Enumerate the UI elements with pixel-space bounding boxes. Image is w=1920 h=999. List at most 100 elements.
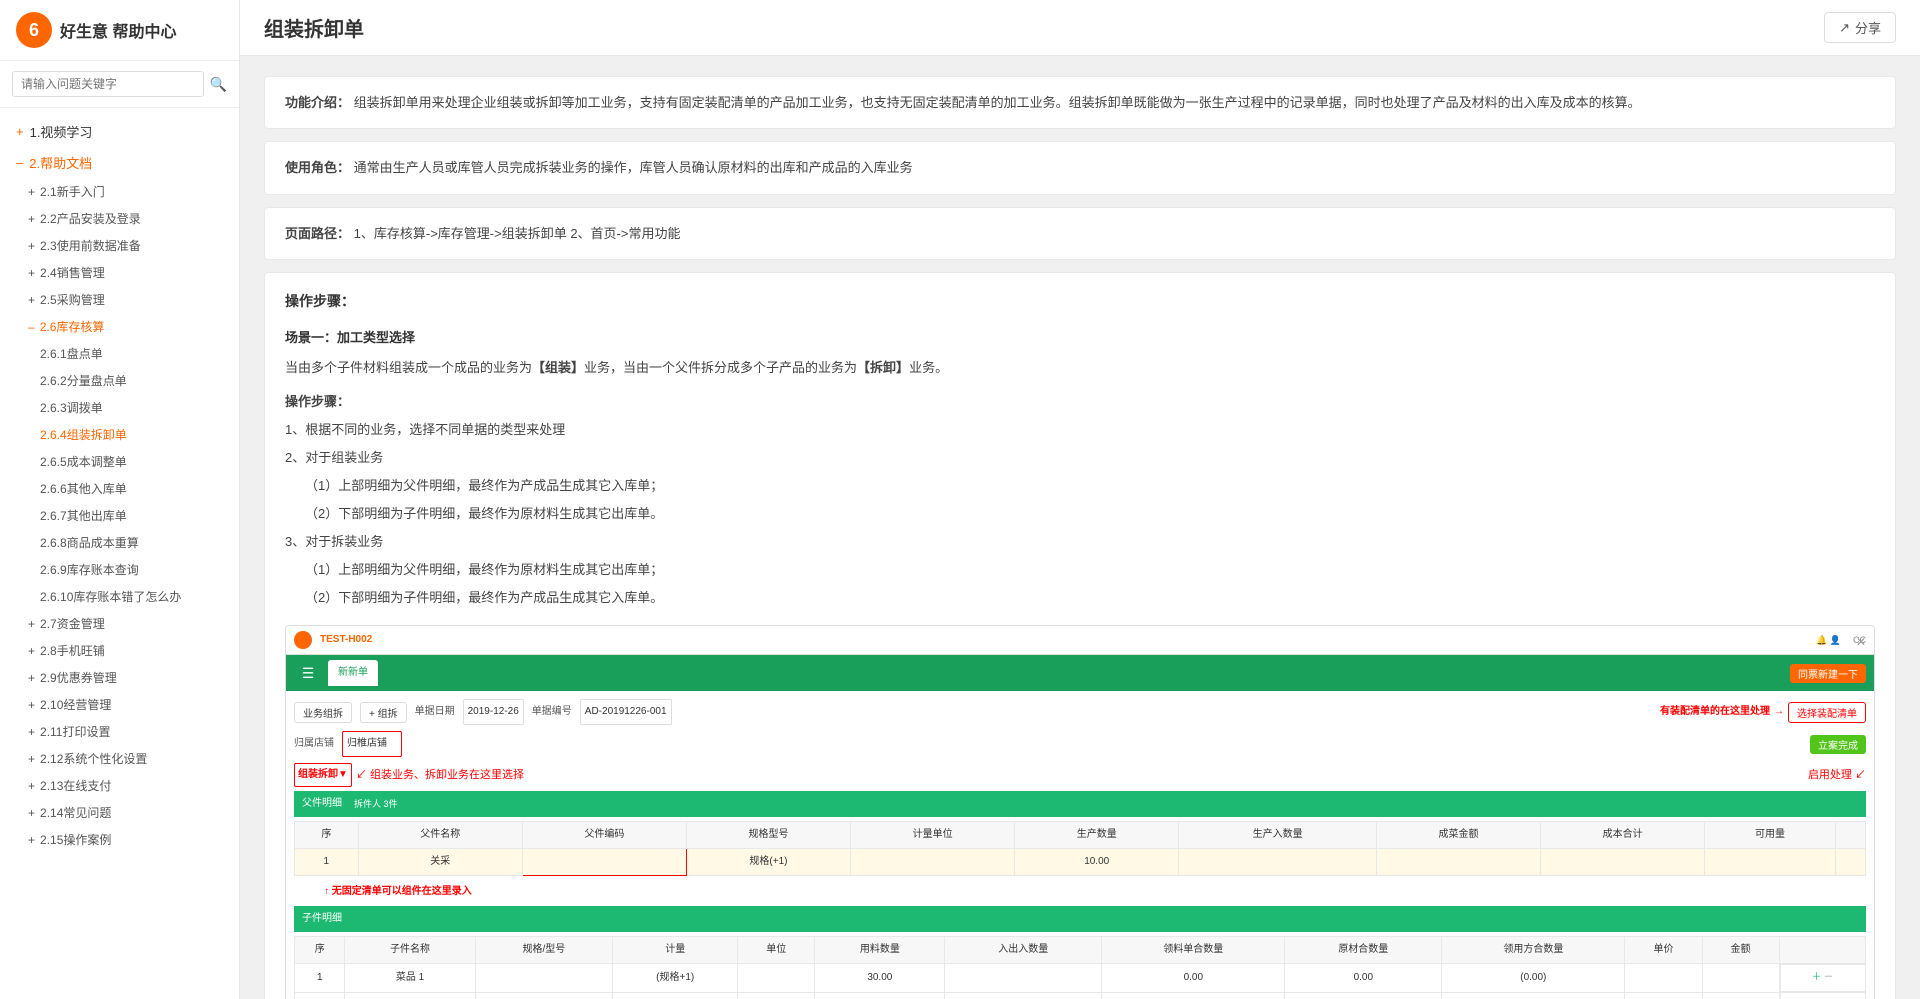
expand-icon: + — [28, 752, 35, 766]
sim-row-del-icon: － — [1824, 968, 1834, 988]
sim-parent-table-head: 序 父件名称 父件编码 规格型号 计量单位 生产数量 生产入数量 成菜金额 成本… — [295, 822, 1866, 849]
step2: 2、对于组装业务 — [285, 445, 1875, 471]
search-input[interactable] — [12, 71, 204, 97]
sidebar-item-print[interactable]: +2.11打印设置 — [0, 718, 239, 745]
step1: 1、根据不同的业务，选择不同单据的类型来处理 — [285, 417, 1875, 443]
sim-annotation4-text: ↑ 无固定清单可以组件在这里录入 — [324, 886, 472, 897]
sidebar-item-ledger-fix[interactable]: 2.6.10库存账本错了怎么办 — [0, 583, 239, 610]
sidebar-item-online-pay[interactable]: +2.13在线支付 — [0, 772, 239, 799]
sim-type-btn2: + 组拆 — [360, 702, 407, 723]
path-card: 页面路径： 1、库存核算->库存管理->组装拆卸单 2、首页->常用功能 — [264, 207, 1896, 260]
sim-col-spec: 规格型号 — [686, 822, 850, 849]
sim-date-label: 单据日期 — [415, 702, 455, 722]
sidebar-item-partial-stocktake[interactable]: 2.6.2分量盘点单 — [0, 367, 239, 394]
sidebar-item-data-prep[interactable]: +2.3使用前数据准备 — [0, 232, 239, 259]
sidebar-section-label: 2.帮助文档 — [29, 153, 92, 172]
sidebar-item-cost-adjust[interactable]: 2.6.5成本调整单 — [0, 448, 239, 475]
nav-tree: + 1.视频学习 – 2.帮助文档 +2.1新手入门 +2.2产品安装及登录 +… — [0, 108, 239, 999]
sim-close-icon: ✕ — [1856, 630, 1866, 654]
steps-card: 操作步骤： 场景一：加工类型选择 当由多个子件材料组装成一个成品的业务为【组装】… — [264, 272, 1896, 999]
expand-icon: + — [28, 833, 35, 847]
expand-icon: + — [28, 725, 35, 739]
sidebar-item-mobile[interactable]: +2.8手机旺铺 — [0, 637, 239, 664]
topbar: 组装拆卸单 ↗ 分享 — [240, 0, 1920, 56]
sidebar-item-customization[interactable]: +2.12系统个性化设置 — [0, 745, 239, 772]
sim-col-produce-qty: 生产数量 — [1015, 822, 1179, 849]
sim-nav-icons: 🔔 👤 — [1816, 631, 1841, 649]
sidebar-item-video-learning[interactable]: + 1.视频学习 — [0, 116, 239, 147]
sidebar-item-newcomer[interactable]: +2.1新手入门 — [0, 178, 239, 205]
sim-select-assembly-btn: 选择装配清单 — [1788, 702, 1866, 723]
sim-order-field: AD-20191226-001 — [580, 699, 672, 725]
step3-1: （1）上部明细为父件明细，最终作为原材料生成其它出库单； — [285, 557, 1875, 583]
sidebar-item-purchase[interactable]: +2.5采购管理 — [0, 286, 239, 313]
expand-icon: + — [28, 617, 35, 631]
sim-active-tab: 新新单 — [328, 660, 378, 686]
sim-parent-table: 序 父件名称 父件编码 规格型号 计量单位 生产数量 生产入数量 成菜金额 成本… — [294, 821, 1866, 876]
sim-screen: TEST-H002 🔔 👤 CC ✕ ☰ 新新单 同票新建一下 — [286, 626, 1874, 999]
table-row: 1 关采 规格(+1) 10.00 — [295, 849, 1866, 876]
sidebar-item-operations[interactable]: +2.10经营管理 — [0, 691, 239, 718]
search-icon[interactable]: 🔍 — [210, 76, 227, 93]
sim-cell-unit — [851, 849, 1015, 876]
sim-logo-icon — [294, 631, 312, 649]
sim-arrow1: → — [1774, 702, 1784, 722]
share-icon: ↗ — [1839, 20, 1850, 36]
sim-annotation3-text: 启用处理 ↙ — [1808, 764, 1866, 786]
sidebar-item-stock-ledger[interactable]: 2.6.9库存账本查询 — [0, 556, 239, 583]
sidebar-item-help-docs[interactable]: – 2.帮助文档 — [0, 147, 239, 178]
sidebar-item-fund[interactable]: +2.7资金管理 — [0, 610, 239, 637]
sidebar-item-assemble-disassemble[interactable]: 2.6.4组装拆卸单 — [0, 421, 239, 448]
sim-cell-available — [1705, 849, 1836, 876]
scenario1-title: 场景一：加工类型选择 — [285, 325, 1875, 351]
sim-shop-label: 归属店铺 — [294, 734, 334, 754]
step2-1: （1）上部明细为父件明细，最终作为产成品生成其它入库单； — [285, 473, 1875, 499]
expand-icon: + — [28, 779, 35, 793]
sim-col-produce-in: 生产入数量 — [1179, 822, 1377, 849]
steps-heading: 操作步骤： — [285, 287, 1875, 315]
sim-form-row1: 业务组拆 + 组拆 单据日期 2019-12-26 单据编号 AD-201912… — [294, 699, 1866, 725]
path-text: 1、库存核算->库存管理->组装拆卸单 2、首页->常用功能 — [354, 226, 681, 241]
sim-col-op — [1779, 937, 1865, 964]
sim-form-body: 业务组拆 + 组拆 单据日期 2019-12-26 单据编号 AD-201912… — [286, 691, 1874, 999]
sidebar-item-stocktake[interactable]: 2.6.1盘点单 — [0, 340, 239, 367]
expand-icon: + — [28, 239, 35, 253]
sidebar-item-other-inbound[interactable]: 2.6.6其他入库单 — [0, 475, 239, 502]
sim-col-parent-name: 父件名称 — [358, 822, 522, 849]
sidebar-item-sales[interactable]: +2.4销售管理 — [0, 259, 239, 286]
sidebar-item-other-outbound[interactable]: 2.6.7其他出库单 — [0, 502, 239, 529]
sim-col-in-out-qty: 入出入数量 — [945, 937, 1102, 964]
sim-section-header-parent: 父件明细 拆件人 3件 — [294, 791, 1866, 817]
sidebar-item-cases[interactable]: +2.15操作案例 — [0, 826, 239, 853]
sidebar-item-transfer[interactable]: 2.6.3调拨单 — [0, 394, 239, 421]
sim-cell-action — [1835, 849, 1865, 876]
sim-section-header-child: 子件明细 — [294, 906, 1866, 932]
sim-annotation2-row: 组装拆卸▼ ↙ 组装业务、拆卸业务在这里选择 启用处理 ↙ — [294, 763, 1866, 787]
sidebar-item-coupon[interactable]: +2.9优惠券管理 — [0, 664, 239, 691]
share-button[interactable]: ↗ 分享 — [1824, 12, 1896, 43]
sidebar-item-cost-recalc[interactable]: 2.6.8商品成本重算 — [0, 529, 239, 556]
sim-topbar: TEST-H002 🔔 👤 CC ✕ — [286, 626, 1874, 655]
sim-col-seq2: 序 — [295, 937, 345, 964]
expand-icon: + — [28, 185, 35, 199]
expand-icon: + — [28, 212, 35, 226]
sidebar-item-inventory[interactable]: –2.6库存核算 — [0, 313, 239, 340]
sim-annotation4-area: ↑ 无固定清单可以组件在这里录入 — [324, 880, 1866, 902]
sim-parent-table-body: 1 关采 规格(+1) 10.00 — [295, 849, 1866, 876]
content-scroll-area: 功能介绍： 组装拆卸单用来处理企业组装或拆卸等加工业务，支持有固定装配清单的产品… — [240, 56, 1920, 999]
table-row: 1 菜品 1 (规格+1) 30.00 0.00 0.00 (0.00 — [295, 964, 1866, 993]
sim-cell-spec: 规格(+1) — [686, 849, 850, 876]
sidebar-item-install-login[interactable]: +2.2产品安装及登录 — [0, 205, 239, 232]
expand-icon: + — [28, 698, 35, 712]
intro-card-2: 使用角色： 通常由生产人员或库管人员完成拆装业务的操作，库管人员确认原材料的出库… — [264, 141, 1896, 194]
sim-col-unit: 计量单位 — [851, 822, 1015, 849]
expand-icon: + — [16, 124, 24, 139]
sim-child-header-row: 序 子件名称 规格/型号 计量 单位 用料数量 入出入数量 领料单合数量 原材合… — [295, 937, 1866, 964]
sim-section-parent-label: 父件明细 — [302, 794, 342, 814]
sim-cell-parent-name: 关采 — [358, 849, 522, 876]
expand-icon: + — [28, 671, 35, 685]
sim-child-table-body: 1 菜品 1 (规格+1) 30.00 0.00 0.00 (0.00 — [295, 964, 1866, 999]
sidebar-item-faq[interactable]: +2.14常见问题 — [0, 799, 239, 826]
intro1-label: 功能介绍： — [285, 95, 350, 110]
intro2-label: 使用角色： — [285, 160, 350, 175]
